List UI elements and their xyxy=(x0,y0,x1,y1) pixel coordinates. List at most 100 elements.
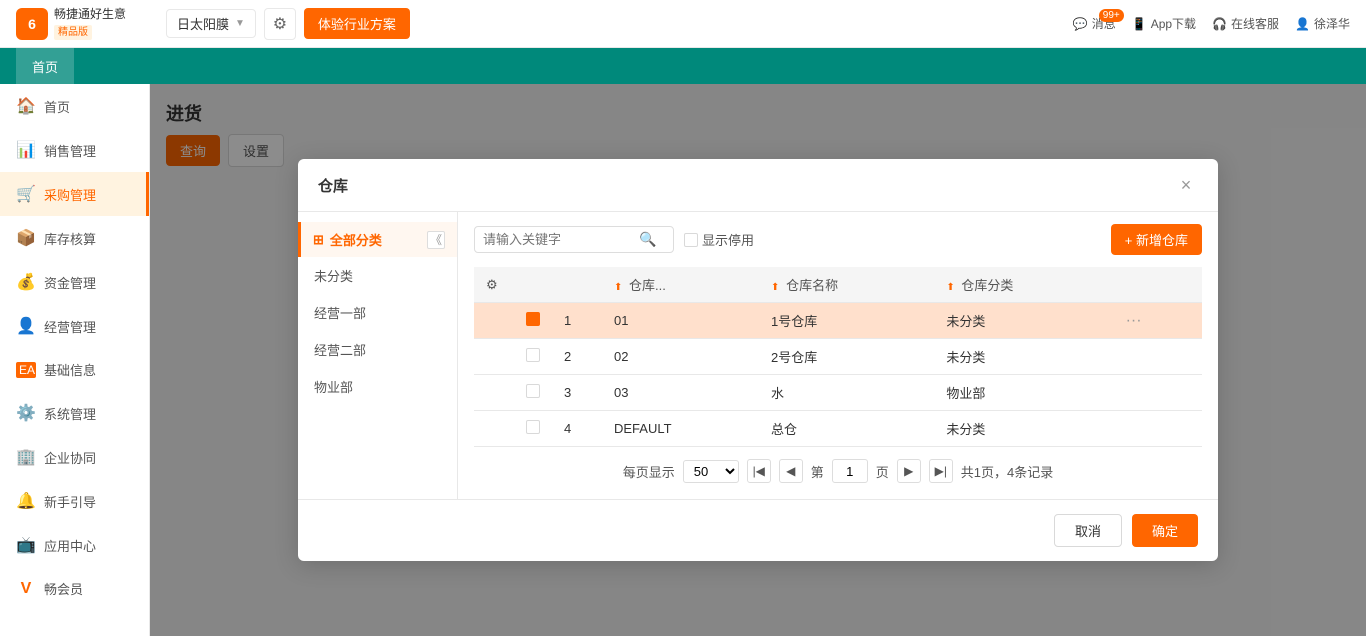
row-checkbox[interactable] xyxy=(526,312,540,326)
cell-num: 2 xyxy=(552,339,602,375)
table-row[interactable]: 4 DEFAULT 总仓 未分类 xyxy=(474,411,1202,447)
sidebar-item-enterprise[interactable]: 🏢 企业协同 xyxy=(0,435,149,479)
sidebar-item-guide[interactable]: 🔔 新手引导 xyxy=(0,479,149,523)
cell-category: 未分类 xyxy=(934,339,1109,375)
sort-icon: ⬆ xyxy=(614,282,622,293)
search-input[interactable] xyxy=(483,232,633,247)
table-header-row: ⚙ ⬆ 仓库... ⬆ 仓库名称 xyxy=(474,267,1202,303)
category-item-dept2[interactable]: 经营二部 xyxy=(298,331,457,368)
phone-icon: 📱 xyxy=(1132,17,1147,31)
finance-icon: 💰 xyxy=(16,272,36,292)
sidebar: 🏠 首页 📊 销售管理 🛒 采购管理 📦 库存核算 💰 资金管理 👤 经营管理 … xyxy=(0,84,150,636)
cell-num: 4 xyxy=(552,411,602,447)
user-profile-item[interactable]: 👤 徐泽华 xyxy=(1295,15,1350,32)
page-input[interactable] xyxy=(832,459,868,483)
tab-home[interactable]: 首页 xyxy=(16,48,74,84)
sidebar-item-inventory[interactable]: 📦 库存核算 xyxy=(0,216,149,260)
confirm-button[interactable]: 确定 xyxy=(1132,514,1198,547)
trial-button[interactable]: 体验行业方案 xyxy=(304,8,410,39)
modal-close-button[interactable]: × xyxy=(1174,173,1198,197)
cell-checkbox[interactable] xyxy=(514,339,552,375)
sidebar-item-system[interactable]: ⚙️ 系统管理 xyxy=(0,391,149,435)
category-item-unclassified[interactable]: 未分类 xyxy=(298,257,457,294)
row-checkbox[interactable] xyxy=(526,420,540,434)
search-box[interactable]: 🔍 xyxy=(474,226,674,253)
sort-icon-category: ⬆ xyxy=(946,282,954,293)
cell-actions xyxy=(1110,411,1202,447)
search-icon: 🔍 xyxy=(639,231,656,248)
cell-name: 水 xyxy=(759,375,934,411)
cell-gear xyxy=(474,375,514,411)
message-icon: 💬 xyxy=(1073,17,1088,31)
top-header: 6 畅捷通好生意 精品版 日太阳膜 ▼ ⚙ 体验行业方案 💬 消息 99+ 📱 … xyxy=(0,0,1366,48)
home-icon: 🏠 xyxy=(16,96,36,116)
enterprise-icon: 🏢 xyxy=(16,447,36,467)
notifications-item[interactable]: 💬 消息 99+ xyxy=(1073,15,1116,32)
category-panel: ⊞ 全部分类 《 未分类 经营一部 经营二部 xyxy=(298,212,458,499)
warehouse-modal: 仓库 × ⊞ 全部分类 《 xyxy=(298,159,1218,561)
table-row[interactable]: 1 01 1号仓库 未分类 ··· xyxy=(474,303,1202,339)
settings-icon-btn[interactable]: ⚙ xyxy=(264,8,296,40)
show-disabled-toggle[interactable]: 显示停用 xyxy=(684,230,754,249)
warehouse-table: ⚙ ⬆ 仓库... ⬆ 仓库名称 xyxy=(474,267,1202,447)
online-service-item[interactable]: 🎧 在线客服 xyxy=(1212,15,1279,32)
cell-checkbox[interactable] xyxy=(514,375,552,411)
cell-actions xyxy=(1110,375,1202,411)
th-category[interactable]: ⬆ 仓库分类 xyxy=(934,267,1109,303)
logo-text: 畅捷通好生意 精品版 xyxy=(54,7,126,40)
cell-actions xyxy=(1110,339,1202,375)
collapse-button[interactable]: 《 xyxy=(427,231,445,249)
category-item-property[interactable]: 物业部 xyxy=(298,368,457,405)
th-num xyxy=(552,267,602,303)
cell-category: 未分类 xyxy=(934,303,1109,339)
sidebar-item-home[interactable]: 🏠 首页 xyxy=(0,84,149,128)
th-actions xyxy=(1110,267,1202,303)
cell-category: 物业部 xyxy=(934,375,1109,411)
app-download-item[interactable]: 📱 App下载 xyxy=(1132,15,1196,32)
main-layout: 🏠 首页 📊 销售管理 🛒 采购管理 📦 库存核算 💰 资金管理 👤 经营管理 … xyxy=(0,84,1366,636)
branch-selector[interactable]: 日太阳膜 ▼ xyxy=(166,9,256,38)
sidebar-item-basics[interactable]: EA 基础信息 xyxy=(0,348,149,391)
row-checkbox[interactable] xyxy=(526,384,540,398)
sidebar-item-sales[interactable]: 📊 销售管理 xyxy=(0,128,149,172)
headset-icon: 🎧 xyxy=(1212,17,1227,31)
cell-category: 未分类 xyxy=(934,411,1109,447)
last-page-button[interactable]: ▶| xyxy=(929,459,953,483)
row-checkbox[interactable] xyxy=(526,348,540,362)
all-categories-label: ⊞ 全部分类 xyxy=(313,230,382,249)
modal-footer: 取消 确定 xyxy=(298,499,1218,561)
modal-overlay: 仓库 × ⊞ 全部分类 《 xyxy=(150,84,1366,636)
modal-header: 仓库 × xyxy=(298,159,1218,212)
th-name[interactable]: ⬆ 仓库名称 xyxy=(759,267,934,303)
cell-checkbox[interactable] xyxy=(514,411,552,447)
sidebar-item-operations[interactable]: 👤 经营管理 xyxy=(0,304,149,348)
sidebar-item-vip[interactable]: V 畅会员 xyxy=(0,567,149,610)
row-actions-btn[interactable]: ··· xyxy=(1122,312,1190,330)
cell-actions: ··· xyxy=(1110,303,1202,339)
cell-name: 总仓 xyxy=(759,411,934,447)
modal-body: ⊞ 全部分类 《 未分类 经营一部 经营二部 xyxy=(298,212,1218,499)
nav-tabs: 首页 xyxy=(0,48,1366,84)
sidebar-item-apps[interactable]: 📺 应用中心 xyxy=(0,523,149,567)
table-row[interactable]: 3 03 水 物业部 xyxy=(474,375,1202,411)
next-page-button[interactable]: ▶ xyxy=(897,459,921,483)
page-size-select[interactable]: 50 100 200 xyxy=(683,460,739,483)
logo-area: 6 畅捷通好生意 精品版 xyxy=(16,7,166,40)
sort-icon-name: ⬆ xyxy=(771,282,779,293)
all-categories-header[interactable]: ⊞ 全部分类 《 xyxy=(298,222,457,257)
sidebar-item-finance[interactable]: 💰 资金管理 xyxy=(0,260,149,304)
operations-icon: 👤 xyxy=(16,316,36,336)
cancel-button[interactable]: 取消 xyxy=(1054,514,1122,547)
cell-name: 1号仓库 xyxy=(759,303,934,339)
table-row[interactable]: 2 02 2号仓库 未分类 xyxy=(474,339,1202,375)
add-warehouse-button[interactable]: + 新增仓库 xyxy=(1111,224,1202,255)
show-disabled-checkbox[interactable] xyxy=(684,233,698,247)
th-code[interactable]: ⬆ 仓库... xyxy=(602,267,759,303)
sidebar-item-purchase[interactable]: 🛒 采购管理 xyxy=(0,172,149,216)
cell-gear xyxy=(474,411,514,447)
category-item-dept1[interactable]: 经营一部 xyxy=(298,294,457,331)
prev-page-button[interactable]: ◀ xyxy=(779,459,803,483)
cell-checkbox[interactable] xyxy=(514,303,552,339)
grid-icon: ⊞ xyxy=(313,232,324,248)
first-page-button[interactable]: |◀ xyxy=(747,459,771,483)
